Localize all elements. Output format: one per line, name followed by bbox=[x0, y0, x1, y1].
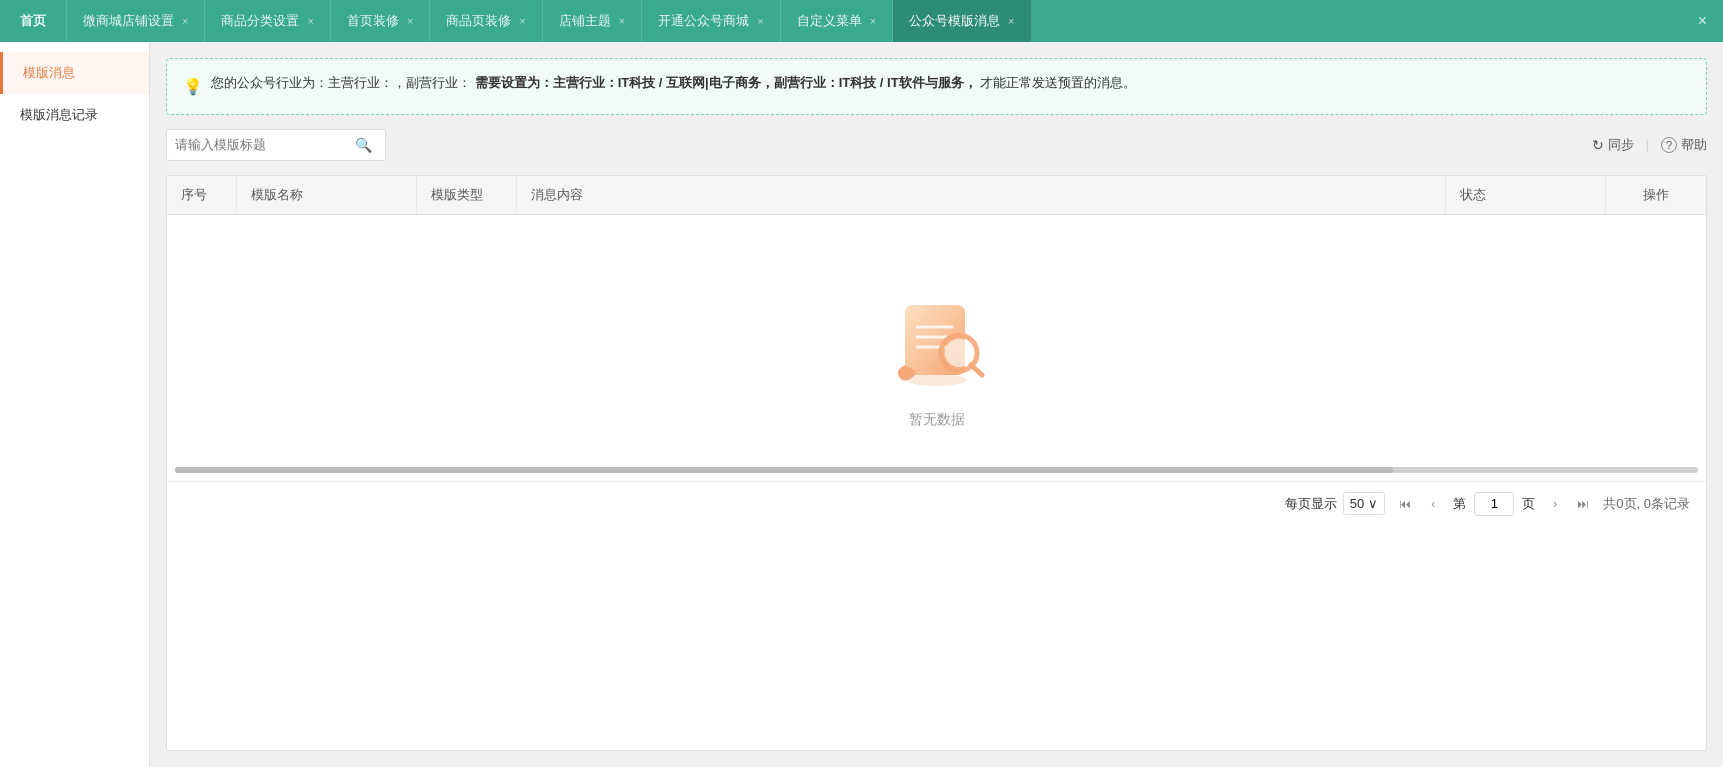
tab-custom-menu-close[interactable]: × bbox=[870, 15, 876, 27]
col-header-type: 模版类型 bbox=[417, 176, 517, 214]
search-input[interactable] bbox=[175, 137, 355, 152]
tab-template-msg-close[interactable]: × bbox=[1008, 15, 1014, 27]
sync-icon: ↻ bbox=[1592, 137, 1604, 153]
sidebar: 模版消息 模版消息记录 bbox=[0, 42, 150, 767]
page-first-button[interactable]: ⏮ bbox=[1393, 492, 1417, 516]
tab-bar: 首页 微商城店铺设置 × 商品分类设置 × 首页装修 × 商品页装修 × 店铺主… bbox=[0, 0, 1723, 42]
col-header-action: 操作 bbox=[1606, 176, 1706, 214]
col-header-content: 消息内容 bbox=[517, 176, 1446, 214]
tab-open-mall[interactable]: 开通公众号商城 × bbox=[642, 0, 780, 42]
search-box: 🔍 bbox=[166, 129, 386, 161]
notice-icon: 💡 bbox=[183, 74, 203, 100]
sidebar-item-template-msg[interactable]: 模版消息 bbox=[0, 52, 149, 94]
col-header-status: 状态 bbox=[1446, 176, 1606, 214]
page-label-prefix: 第 bbox=[1453, 495, 1466, 513]
notice-prefix: 您的公众号行业为：主营行业：，副营行业： bbox=[211, 75, 471, 90]
page-size-value: 50 bbox=[1350, 496, 1364, 511]
col-header-name: 模版名称 bbox=[237, 176, 417, 214]
help-icon: ? bbox=[1661, 137, 1677, 153]
help-label: 帮助 bbox=[1681, 136, 1707, 154]
tab-product-decor-label: 商品页装修 bbox=[446, 12, 511, 30]
notice-highlight: 需要设置为：主营行业：IT科技 / 互联网|电子商务，副营行业：IT科技 / I… bbox=[475, 75, 977, 90]
global-close-button[interactable]: × bbox=[1682, 12, 1723, 30]
tab-shop-settings-close[interactable]: × bbox=[182, 15, 188, 27]
sync-label: 同步 bbox=[1608, 136, 1634, 154]
notice-box: 💡 您的公众号行业为：主营行业：，副营行业： 需要设置为：主营行业：IT科技 /… bbox=[166, 58, 1707, 115]
tab-custom-menu[interactable]: 自定义菜单 × bbox=[781, 0, 893, 42]
tab-shop-settings[interactable]: 微商城店铺设置 × bbox=[67, 0, 205, 42]
notice-text: 您的公众号行业为：主营行业：，副营行业： 需要设置为：主营行业：IT科技 / 互… bbox=[211, 73, 1136, 94]
pagination-row: 每页显示 50 ∨ ⏮ ‹ 第 页 › ⏭ 共0页, 0条记录 bbox=[167, 481, 1706, 526]
search-icon[interactable]: 🔍 bbox=[355, 137, 372, 153]
tab-shop-theme-label: 店铺主题 bbox=[559, 12, 611, 30]
notice-suffix: 才能正常发送预置的消息。 bbox=[980, 75, 1136, 90]
tab-open-mall-close[interactable]: × bbox=[757, 15, 763, 27]
help-button[interactable]: ? 帮助 bbox=[1661, 136, 1707, 154]
tab-open-mall-label: 开通公众号商城 bbox=[658, 12, 749, 30]
page-size-chevron-icon: ∨ bbox=[1368, 496, 1378, 511]
sidebar-item-template-msg-log[interactable]: 模版消息记录 bbox=[0, 94, 149, 136]
toolbar-divider: | bbox=[1646, 137, 1649, 152]
toolbar-row: 🔍 ↻ 同步 | ? 帮助 bbox=[166, 129, 1707, 161]
total-info: 共0页, 0条记录 bbox=[1603, 495, 1690, 513]
svg-point-7 bbox=[945, 339, 973, 367]
page-size-label: 每页显示 bbox=[1285, 495, 1337, 513]
col-header-index: 序号 bbox=[167, 176, 237, 214]
sidebar-item-template-msg-label: 模版消息 bbox=[23, 65, 75, 80]
tab-home-decor-label: 首页装修 bbox=[347, 12, 399, 30]
horizontal-scrollbar[interactable] bbox=[167, 459, 1706, 481]
page-next-button[interactable]: › bbox=[1543, 492, 1567, 516]
toolbar-right: ↻ 同步 | ? 帮助 bbox=[1592, 136, 1707, 154]
content-area: 💡 您的公众号行业为：主营行业：，副营行业： 需要设置为：主营行业：IT科技 /… bbox=[150, 42, 1723, 767]
tab-category-settings-close[interactable]: × bbox=[307, 15, 313, 27]
tab-home-decor[interactable]: 首页装修 × bbox=[331, 0, 430, 42]
page-last-button[interactable]: ⏭ bbox=[1571, 492, 1595, 516]
tab-home-decor-close[interactable]: × bbox=[407, 15, 413, 27]
sync-button[interactable]: ↻ 同步 bbox=[1592, 136, 1634, 154]
tab-shop-theme-close[interactable]: × bbox=[619, 15, 625, 27]
tab-product-decor[interactable]: 商品页装修 × bbox=[430, 0, 542, 42]
tab-template-msg-label: 公众号模版消息 bbox=[909, 12, 1000, 30]
page-size-dropdown[interactable]: 50 ∨ bbox=[1343, 492, 1385, 515]
tab-category-settings-label: 商品分类设置 bbox=[221, 12, 299, 30]
page-size-select: 每页显示 50 ∨ bbox=[1285, 492, 1385, 515]
empty-state-icon bbox=[877, 275, 997, 395]
tab-product-decor-close[interactable]: × bbox=[519, 15, 525, 27]
table-header: 序号 模版名称 模版类型 消息内容 状态 操作 bbox=[167, 176, 1706, 215]
tab-category-settings[interactable]: 商品分类设置 × bbox=[205, 0, 330, 42]
page-number-input[interactable] bbox=[1474, 492, 1514, 516]
tab-shop-theme[interactable]: 店铺主题 × bbox=[543, 0, 642, 42]
tab-home[interactable]: 首页 bbox=[0, 0, 67, 42]
empty-state: 暂无数据 bbox=[167, 215, 1706, 459]
tab-template-msg[interactable]: 公众号模版消息 × bbox=[893, 0, 1031, 42]
svg-point-0 bbox=[907, 374, 967, 386]
sidebar-item-template-msg-log-label: 模版消息记录 bbox=[20, 107, 98, 122]
main-layout: 模版消息 模版消息记录 💡 您的公众号行业为：主营行业：，副营行业： 需要设置为… bbox=[0, 42, 1723, 767]
tab-shop-settings-label: 微商城店铺设置 bbox=[83, 12, 174, 30]
page-navigation: ⏮ ‹ 第 页 › ⏭ bbox=[1393, 492, 1595, 516]
tab-custom-menu-label: 自定义菜单 bbox=[797, 12, 862, 30]
svg-line-8 bbox=[971, 365, 982, 375]
tab-home-label: 首页 bbox=[20, 12, 46, 30]
empty-state-text: 暂无数据 bbox=[909, 411, 965, 429]
data-table: 序号 模版名称 模版类型 消息内容 状态 操作 bbox=[166, 175, 1707, 751]
page-label-suffix: 页 bbox=[1522, 495, 1535, 513]
page-prev-button[interactable]: ‹ bbox=[1421, 492, 1445, 516]
